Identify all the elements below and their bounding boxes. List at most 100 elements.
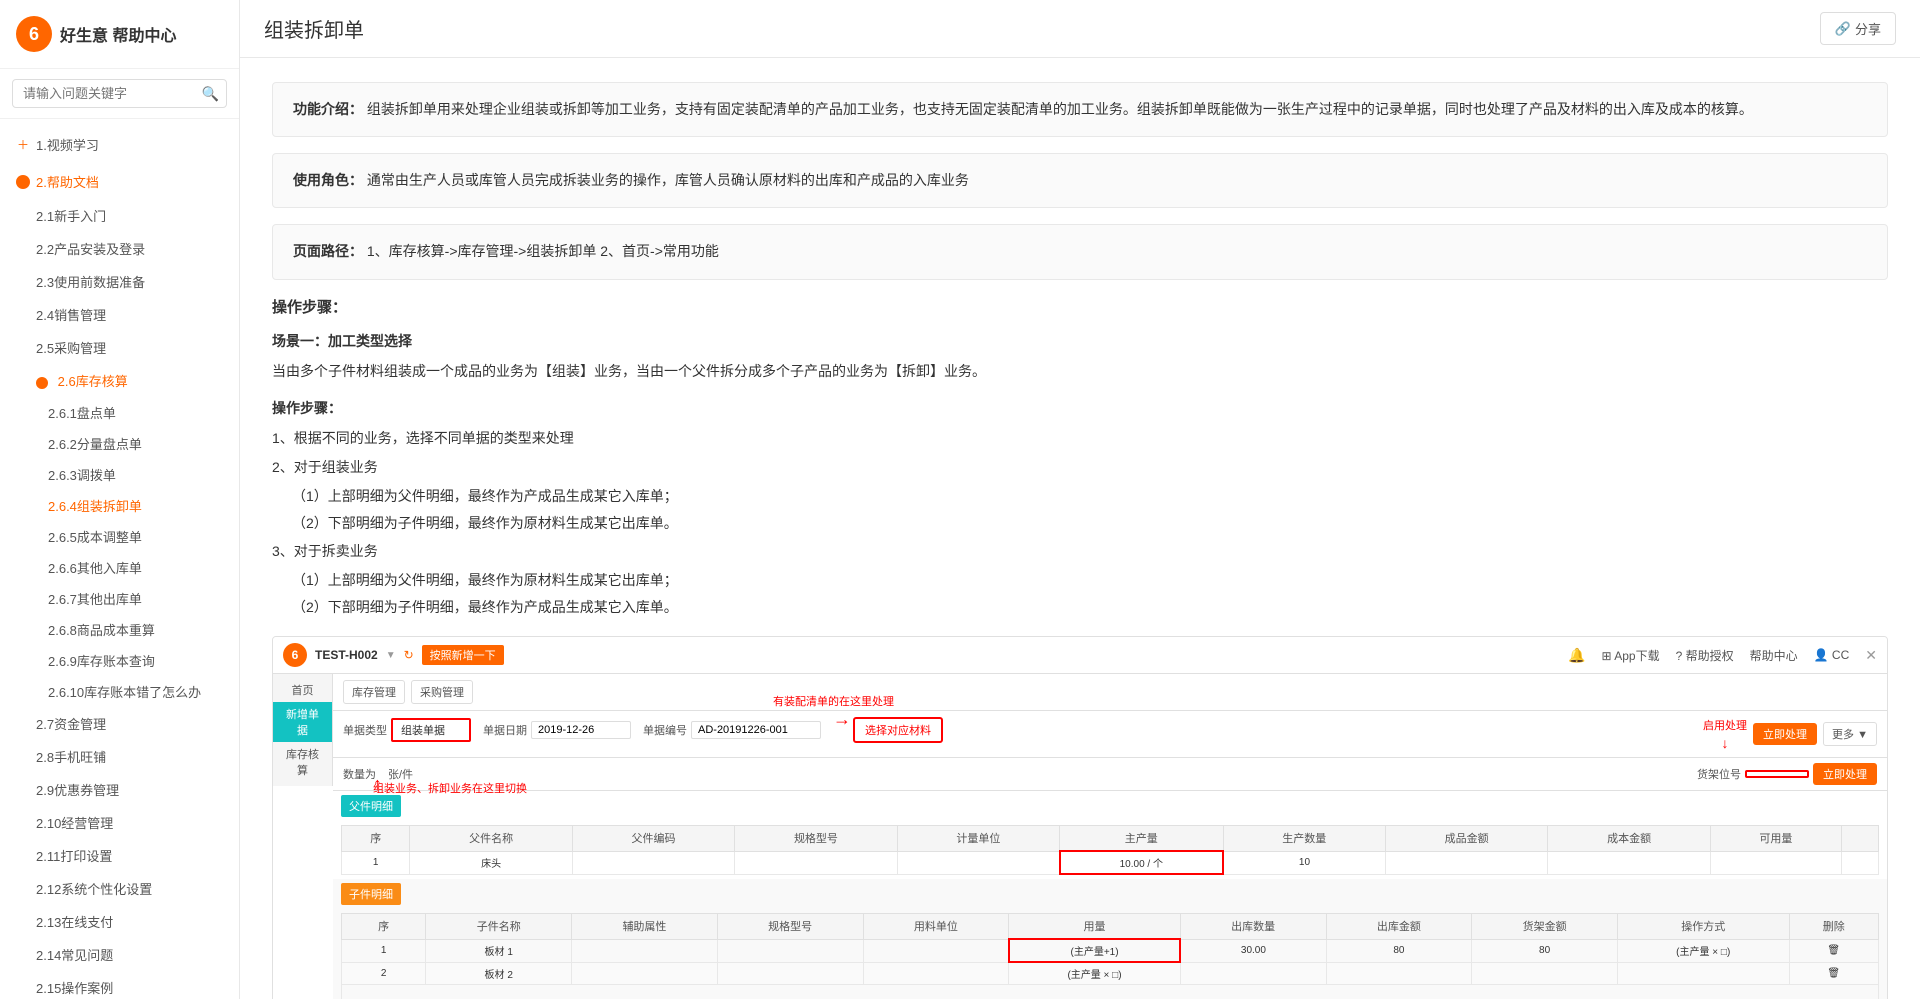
sidebar-item-faq[interactable]: 2.14常见问题 bbox=[0, 938, 239, 971]
sub-th-out-amt: 出库金额 bbox=[1326, 914, 1472, 940]
sub-th-cost-amt: 操作方式 bbox=[1617, 914, 1789, 940]
sidebar-item-sales[interactable]: 2.4销售管理 bbox=[0, 298, 239, 331]
screenshot-left-panel: 首页 新增单据 库存核算 bbox=[273, 674, 333, 999]
ops-steps-title: 操作步骤： bbox=[272, 296, 1888, 317]
sidebar-item-coupon[interactable]: 2.9优惠券管理 bbox=[0, 773, 239, 806]
sub-th-spec: 规格型号 bbox=[717, 914, 863, 940]
sidebar-item-help[interactable]: 2.帮助文档 bbox=[0, 164, 239, 199]
screenshot-dropdown-icon: ▼ bbox=[386, 650, 396, 661]
screenshot-close-icon[interactable]: ✕ bbox=[1865, 647, 1877, 664]
screenshot-lower-table-wrap: 子件明细 序 子件名称 辅助属性 规格型号 用料单位 用量 bbox=[333, 879, 1887, 999]
sub-td-name: 板材 2 bbox=[426, 962, 572, 985]
screenshot-user-icon[interactable]: 👤 CC bbox=[1814, 648, 1850, 662]
sidebar-item-cases[interactable]: 2.15操作案例 bbox=[0, 971, 239, 999]
th-main-qty: 主产量 bbox=[1060, 826, 1223, 852]
sidebar-item-cost-adjust[interactable]: 2.6.5成本调整单 bbox=[0, 521, 239, 552]
form-shelf: 货架位号 立即处理 bbox=[1697, 763, 1877, 785]
sub-td-del[interactable]: 🗑 bbox=[1789, 962, 1878, 985]
sidebar-item-data-prep[interactable]: 2.3使用前数据准备 bbox=[0, 265, 239, 298]
sidebar-item-print[interactable]: 2.11打印设置 bbox=[0, 839, 239, 872]
annotation-bom-box: 选择对应材料 bbox=[853, 717, 943, 743]
th-op bbox=[1841, 826, 1878, 852]
sidebar-item-assembly[interactable]: 2.6.4组装拆卸单 bbox=[0, 490, 239, 521]
screenshot-help-icon[interactable]: ? 帮助授权 bbox=[1676, 647, 1734, 664]
circle-icon bbox=[16, 175, 30, 189]
sidebar-item-inventory[interactable]: 2.6库存核算 bbox=[0, 364, 239, 397]
func-intro-text: 组装拆卸单用来处理企业组装或拆卸等加工业务，支持有固定装配清单的产品加工业务，也… bbox=[367, 101, 1753, 117]
form-input-date[interactable] bbox=[531, 721, 631, 739]
screenshot-refresh-icon[interactable]: ↻ bbox=[404, 648, 414, 662]
sidebar-item-operation[interactable]: 2.10经营管理 bbox=[0, 806, 239, 839]
search-input[interactable] bbox=[12, 79, 227, 108]
screenshot-btn-apply[interactable]: 立即处理 bbox=[1813, 763, 1877, 785]
step2: 2、对于组装业务 bbox=[272, 455, 1888, 480]
nav-sub-label: 2.15操作案例 bbox=[36, 981, 113, 996]
td-seq: 1 bbox=[342, 851, 410, 874]
role-block: 使用角色： 通常由生产人员或库管人员完成拆装业务的操作，库管人员确认原材料的出库… bbox=[272, 153, 1888, 208]
nav-sub-sub-label: 2.6.7其他出库单 bbox=[48, 592, 142, 607]
sub-th-out-qty: 出库数量 bbox=[1180, 914, 1326, 940]
step3-2: （2）下部明细为子件明细，最终作为产成品生成某它入库单。 bbox=[292, 595, 1888, 620]
share-button[interactable]: 🔗 分享 bbox=[1820, 12, 1896, 45]
sub-th-name: 子件名称 bbox=[426, 914, 572, 940]
path-block: 页面路径： 1、库存核算->库存管理->组装拆卸单 2、首页->常用功能 bbox=[272, 224, 1888, 279]
steps-list: 1、根据不同的业务，选择不同单据的类型来处理 2、对于组装业务 （1）上部明细为… bbox=[272, 426, 1888, 620]
step2-2: （2）下部明细为子件明细，最终作为原材料生成某它出库单。 bbox=[292, 511, 1888, 536]
th-spec: 规格型号 bbox=[735, 826, 897, 852]
sidebar-item-other-out[interactable]: 2.6.7其他出库单 bbox=[0, 583, 239, 614]
screenshot-apps-icon[interactable]: ⊞ App下载 bbox=[1602, 647, 1660, 664]
sidebar-item-ledger-query[interactable]: 2.6.9库存账本查询 bbox=[0, 645, 239, 676]
annotation-type-switch: 组装业务、拆卸业务在这里切换 bbox=[373, 780, 527, 796]
nav-sub-label: 2.1新手入门 bbox=[36, 209, 106, 224]
sub-td-shelf-amt bbox=[1472, 962, 1618, 985]
sidebar-item-purchase[interactable]: 2.5采购管理 bbox=[0, 331, 239, 364]
search-icon[interactable]: 🔍 bbox=[202, 85, 219, 102]
td-unit bbox=[897, 851, 1059, 874]
table-row: 1 床头 10.00 / 个 10 bbox=[342, 851, 1879, 874]
sub-td-unit bbox=[863, 962, 1009, 985]
sub-th-qty: 用量 bbox=[1009, 914, 1181, 940]
screenshot-btn-submit[interactable]: 采购管理 bbox=[411, 680, 473, 704]
screenshot-btn-save[interactable]: 库存管理 bbox=[343, 680, 405, 704]
screenshot-sidenav-new[interactable]: 新增单据 bbox=[273, 702, 332, 742]
screenshot-bell-icon[interactable]: 🔔 bbox=[1568, 647, 1585, 664]
screenshot-upper-table-header: 父件明细 bbox=[341, 795, 401, 817]
form-shelf-input[interactable] bbox=[1745, 770, 1809, 778]
screenshot-btn-confirm[interactable]: 立即处理 bbox=[1753, 723, 1817, 745]
sub-td-del[interactable]: 🗑 bbox=[1789, 939, 1878, 962]
sidebar-item-product-cost[interactable]: 2.6.8商品成本重算 bbox=[0, 614, 239, 645]
screenshot-sidenav-home[interactable]: 首页 bbox=[273, 678, 332, 702]
path-text: 1、库存核算->库存管理->组装拆卸单 2、首页->常用功能 bbox=[367, 243, 719, 259]
screenshot-lower-table-header: 子件明细 bbox=[341, 883, 401, 905]
sub-th-unit: 用料单位 bbox=[863, 914, 1009, 940]
sidebar-item-personalize[interactable]: 2.12系统个性化设置 bbox=[0, 872, 239, 905]
sub-td-spec bbox=[717, 962, 863, 985]
form-label-type: 单据类型 bbox=[343, 722, 387, 738]
sidebar-item-online-pay[interactable]: 2.13在线支付 bbox=[0, 905, 239, 938]
form-input-type[interactable]: 组装单据 bbox=[391, 718, 471, 742]
screenshot-sidenav-inventory-check[interactable]: 库存核算 bbox=[273, 742, 332, 782]
td-cost-amt bbox=[1548, 851, 1710, 874]
sidebar-item-mobile[interactable]: 2.8手机旺铺 bbox=[0, 740, 239, 773]
sidebar: 6 好生意 帮助中心 🔍 ＋ 1.视频学习 2.帮助文档 2.1新手入门 bbox=[0, 0, 240, 999]
nav-sub-sub-label: 2.6.10库存账本错了怎么办 bbox=[48, 685, 201, 700]
sidebar-item-transfer[interactable]: 2.6.3调拨单 bbox=[0, 459, 239, 490]
sidebar-item-partial-stocktake[interactable]: 2.6.2分量盘点单 bbox=[0, 428, 239, 459]
sidebar-item-stocktake[interactable]: 2.6.1盘点单 bbox=[0, 397, 239, 428]
sub-td-name: 板材 1 bbox=[426, 939, 572, 962]
step3-sub: （1）上部明细为父件明细，最终作为原材料生成某它出库单； （2）下部明细为子件明… bbox=[272, 568, 1888, 620]
sidebar-item-ledger-error[interactable]: 2.6.10库存账本错了怎么办 bbox=[0, 676, 239, 707]
sidebar-item-video[interactable]: ＋ 1.视频学习 bbox=[0, 127, 239, 162]
nav-sub-label: 2.14常见问题 bbox=[36, 948, 113, 963]
screenshot-btn-more[interactable]: 更多 ▼ bbox=[1823, 722, 1877, 746]
sub-th-aux: 辅助属性 bbox=[572, 914, 718, 940]
screenshot-help2-icon[interactable]: 帮助中心 bbox=[1750, 647, 1798, 664]
sidebar-item-install[interactable]: 2.2产品安装及登录 bbox=[0, 232, 239, 265]
screenshot-new-btn[interactable]: 按照新增一下 bbox=[422, 645, 504, 665]
sidebar-item-other-in[interactable]: 2.6.6其他入库单 bbox=[0, 552, 239, 583]
sidebar-item-capital[interactable]: 2.7资金管理 bbox=[0, 707, 239, 740]
sub-td-cost-amt: (主产量 × □) bbox=[1617, 939, 1789, 962]
sidebar-item-newcomer[interactable]: 2.1新手入门 bbox=[0, 199, 239, 232]
nav-sub-sub-label: 2.6.5成本调整单 bbox=[48, 530, 142, 545]
form-input-num[interactable] bbox=[691, 721, 821, 739]
